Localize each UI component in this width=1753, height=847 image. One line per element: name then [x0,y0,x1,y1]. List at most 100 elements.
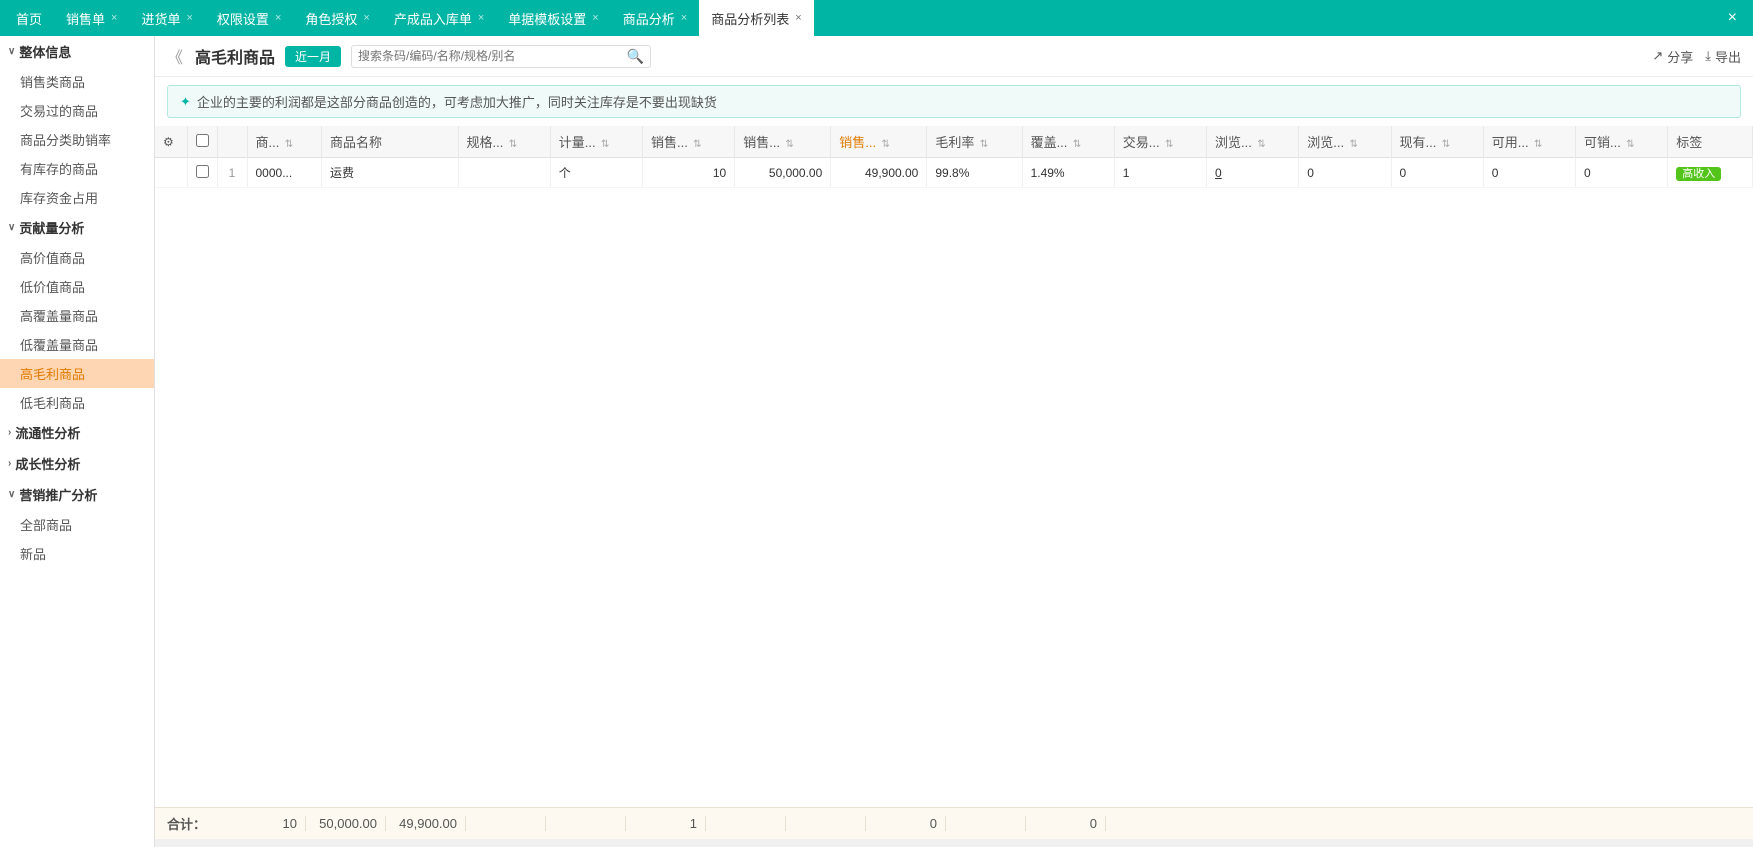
sidebar-group-liquidity[interactable]: › 流通性分析 [0,417,154,448]
chevron-right-icon: › [8,427,11,438]
footer-blank3 [706,816,786,831]
products-table: ⚙ 商... ⇅ 商品名称 规格... ⇅ [155,126,1753,188]
cell-current-stock: 0 [1391,158,1483,188]
sidebar-item-low-value[interactable]: 低价值商品 [0,272,154,301]
horizontal-scrollbar[interactable] [155,839,1753,847]
table-container[interactable]: ⚙ 商... ⇅ 商品名称 规格... ⇅ [155,126,1753,807]
close-icon[interactable]: × [478,12,484,24]
sidebar-item-sales-products[interactable]: 销售类商品 [0,67,154,96]
cell-spec [458,158,550,188]
cell-coverage: 1.49% [1022,158,1114,188]
close-icon[interactable]: × [186,12,192,24]
col-unit: 计量... ⇅ [550,126,642,158]
tab-role-auth[interactable]: 角色授权 × [293,0,381,36]
row-checkbox[interactable] [196,165,209,178]
tab-home[interactable]: 首页 [4,0,54,36]
sort-icon[interactable]: ⇅ [1257,139,1265,150]
cell-views1[interactable]: 0 [1207,158,1299,188]
cell-checkbox[interactable] [187,158,217,188]
sidebar-item-all-products[interactable]: 全部商品 [0,510,154,539]
col-sellable: 可销... ⇅ [1575,126,1667,158]
col-available-stock: 可用... ⇅ [1483,126,1575,158]
sort-icon[interactable]: ⇅ [509,139,517,150]
col-sales-profit: 销售... ⇅ [831,126,927,158]
footer-blank1 [466,816,546,831]
sidebar-group-overall[interactable]: ∨ 整体信息 [0,36,154,67]
sort-icon[interactable]: ⇅ [1534,139,1542,150]
sidebar-group-growth[interactable]: › 成长性分析 [0,448,154,479]
export-icon: ⤓ [1705,48,1711,64]
sort-icon[interactable]: ⇅ [881,139,889,150]
table-footer: 合计： 10 50,000.00 49,900.00 1 0 0 [155,807,1753,839]
cell-available-stock: 0 [1483,158,1575,188]
share-button[interactable]: ↗ 分享 [1652,47,1693,66]
close-icon[interactable]: × [681,12,687,24]
sidebar-item-high-value[interactable]: 高价值商品 [0,243,154,272]
sort-icon[interactable]: ⇅ [1073,139,1081,150]
tab-sales-order[interactable]: 销售单 × [54,0,129,36]
sort-icon[interactable]: ⇅ [1349,139,1357,150]
period-button[interactable]: 近一月 [285,46,341,67]
sidebar-item-high-margin[interactable]: 高毛利商品 [0,359,154,388]
tab-product-analysis-list[interactable]: 商品分析列表 × [699,0,813,36]
tab-purchase-order[interactable]: 进货单 × [129,0,204,36]
footer-sales-qty: 10 [226,816,306,831]
close-icon[interactable]: × [111,12,117,24]
sidebar-item-category-rate[interactable]: 商品分类助销率 [0,125,154,154]
tab-product-storage[interactable]: 产成品入库单 × [382,0,496,36]
table-header-row: ⚙ 商... ⇅ 商品名称 规格... ⇅ [155,126,1753,158]
sidebar-item-traded-products[interactable]: 交易过的商品 [0,96,154,125]
sidebar-item-low-coverage[interactable]: 低覆盖量商品 [0,330,154,359]
close-icon[interactable]: × [592,12,598,24]
sort-icon[interactable]: ⇅ [693,139,701,150]
window-close-button[interactable]: × [1716,9,1749,27]
col-num [217,126,247,158]
cell-name: 运费 [322,158,459,188]
search-input[interactable] [358,49,627,63]
col-name: 商品名称 [322,126,459,158]
tab-template-settings[interactable]: 单据模板设置 × [496,0,610,36]
content-area: 《 高毛利商品 近一月 🔍 ↗ 分享 ⤓ 导出 ✦ 企业的主要的利润都是这部 [155,36,1753,847]
col-settings[interactable]: ⚙ [155,126,187,158]
export-button[interactable]: ⤓ 导出 [1705,47,1741,66]
cell-num: 1 [217,158,247,188]
sidebar-collapse-button[interactable]: 《 [167,44,183,68]
footer-current-stock: 0 [866,816,946,831]
close-icon[interactable]: × [795,12,801,24]
sort-icon[interactable]: ⇅ [980,139,988,150]
footer-blank4 [786,816,866,831]
close-icon[interactable]: × [363,12,369,24]
sort-icon[interactable]: ⇅ [601,139,609,150]
col-views1: 浏览... ⇅ [1207,126,1299,158]
col-views2: 浏览... ⇅ [1299,126,1391,158]
cell-sales-amount: 50,000.00 [735,158,831,188]
col-checkbox[interactable] [187,126,217,158]
sidebar-item-low-margin[interactable]: 低毛利商品 [0,388,154,417]
sort-icon[interactable]: ⇅ [1626,139,1634,150]
sidebar-item-high-coverage[interactable]: 高覆盖量商品 [0,301,154,330]
page-title: 高毛利商品 [195,44,275,68]
sort-icon[interactable]: ⇅ [1442,139,1450,150]
select-all-checkbox[interactable] [196,134,209,147]
tab-permissions[interactable]: 权限设置 × [205,0,293,36]
sidebar-group-contribution[interactable]: ∨ 贡献量分析 [0,212,154,243]
col-sales-amount: 销售... ⇅ [735,126,831,158]
footer-blank2 [546,816,626,831]
footer-transactions: 1 [626,816,706,831]
sidebar-item-new-products[interactable]: 新品 [0,539,154,568]
sidebar-item-stock-capital[interactable]: 库存资金占用 [0,183,154,212]
sidebar-item-in-stock[interactable]: 有库存的商品 [0,154,154,183]
col-code: 商... ⇅ [247,126,322,158]
sort-icon[interactable]: ⇅ [1165,139,1173,150]
close-icon[interactable]: × [275,12,281,24]
search-icon[interactable]: 🔍 [627,48,644,65]
sort-icon[interactable]: ⇅ [785,139,793,150]
tab-product-analysis[interactable]: 商品分析 × [611,0,699,36]
content-header: 《 高毛利商品 近一月 🔍 ↗ 分享 ⤓ 导出 [155,36,1753,77]
sort-icon[interactable]: ⇅ [285,139,293,150]
chevron-down-icon: ∨ [8,489,15,500]
cell-settings [155,158,187,188]
search-box: 🔍 [351,45,651,68]
sidebar-group-marketing[interactable]: ∨ 营销推广分析 [0,479,154,510]
footer-label: 合计： [167,814,206,833]
